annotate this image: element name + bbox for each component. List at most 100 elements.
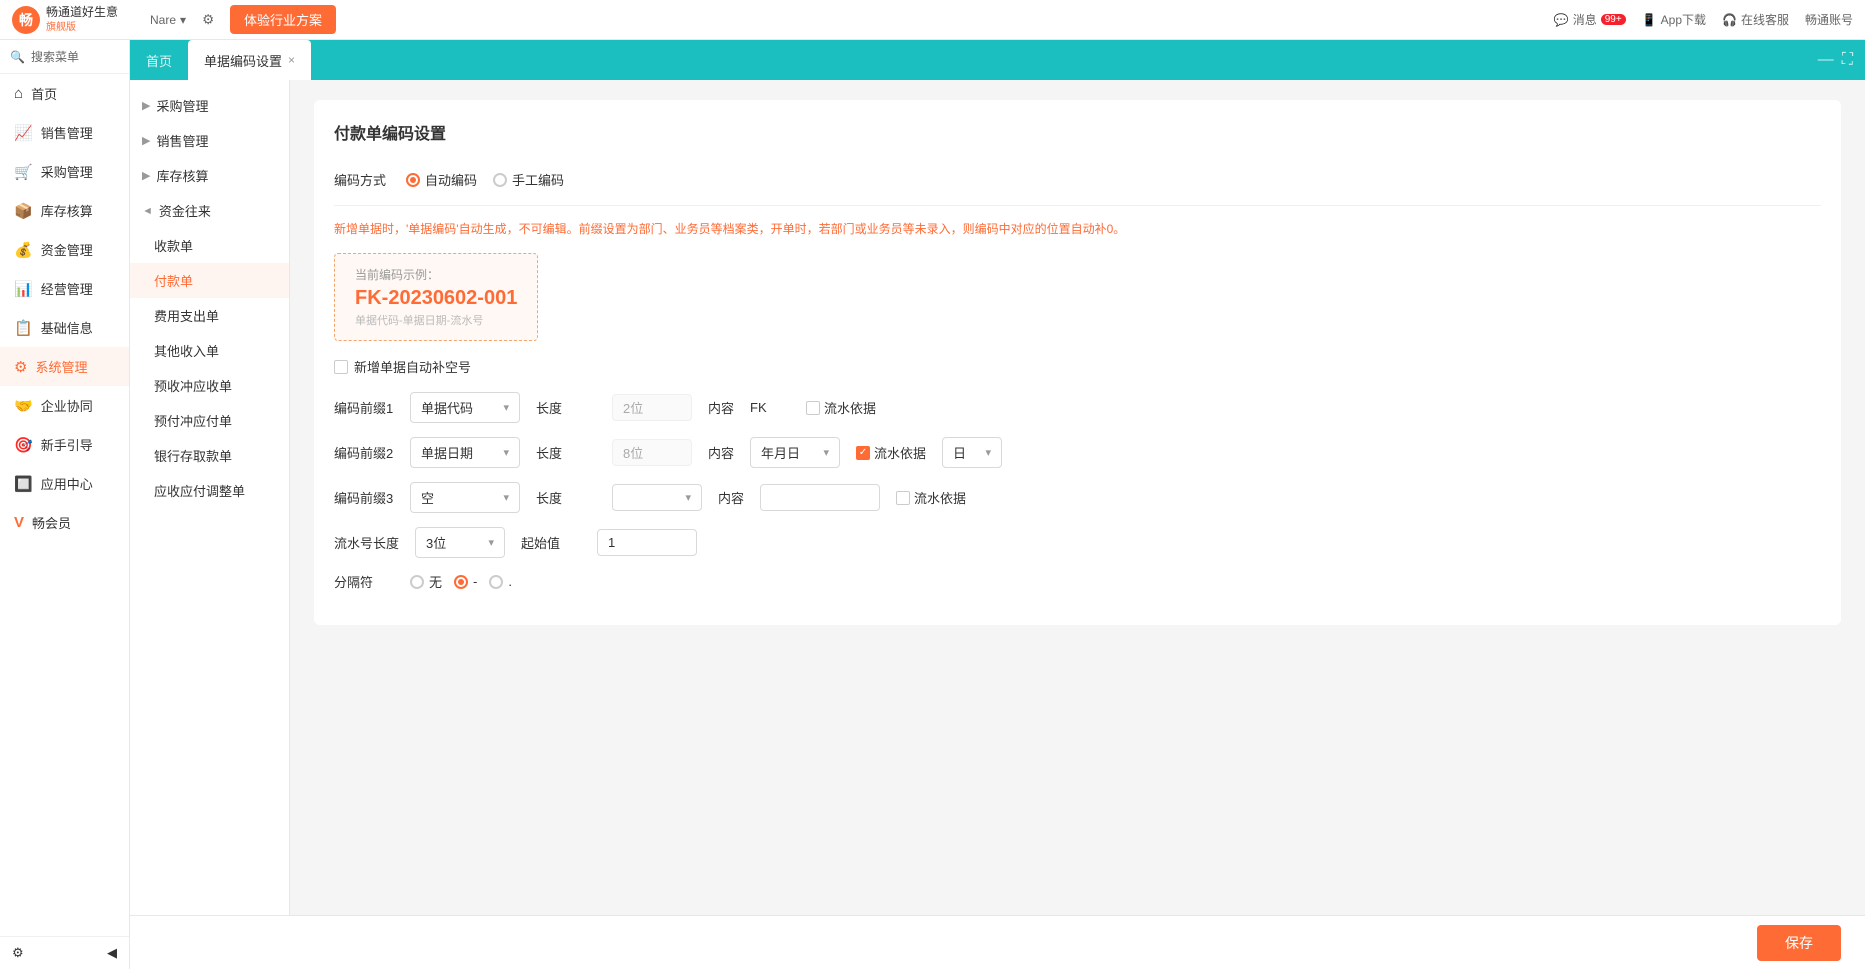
sidebar-item-system[interactable]: ⚙ 系统管理 (0, 347, 129, 386)
collapse-icon: ▶ (142, 99, 150, 112)
user-name: 畅通账号 (1805, 11, 1853, 28)
collapse-icon: ▶ (142, 134, 150, 147)
member-icon: V (14, 514, 24, 531)
sub-group-purchase[interactable]: ▶ 采购管理 (130, 88, 289, 123)
logo-icon: 畅 (12, 6, 40, 34)
header-dropdown[interactable]: Nare ▾ (150, 13, 186, 27)
sep-dot-radio[interactable]: . (489, 574, 512, 589)
sidebar-item-inventory[interactable]: 📦 库存核算 (0, 191, 129, 230)
chevron-down-icon: ▾ (986, 446, 992, 459)
sidebar-item-home[interactable]: ⌂ 首页 (0, 74, 129, 113)
trial-button[interactable]: 体验行业方案 (230, 5, 336, 34)
water-mark-3[interactable]: 流水依据 (896, 488, 966, 507)
tab-home[interactable]: 首页 (130, 40, 188, 80)
sidebar-item-basic[interactable]: 📋 基础信息 (0, 308, 129, 347)
header-mid: Nare ▾ ⚙ 体验行业方案 (150, 5, 1546, 34)
sub-item-payment[interactable]: 付款单 (130, 263, 289, 298)
service-icon: 🎧 (1722, 13, 1737, 27)
main-area: ▶ 采购管理 ▶ 销售管理 ▶ 库存核算 ▼ 资金往来 收款单 付款单 费用支出… (130, 80, 1865, 969)
prefix1-select[interactable]: 单据代码 ▾ (410, 392, 520, 423)
chevron-down-icon: ▾ (685, 491, 691, 504)
content-area: 付款单编码设置 编码方式 自动编码 手工编码 新增单据时，'单据编码' (290, 80, 1865, 969)
sub-item-adjust[interactable]: 应收应付调整单 (130, 473, 289, 508)
water-checkbox-2: ✓ (856, 446, 870, 460)
start-value-input[interactable] (597, 529, 697, 556)
message-item[interactable]: 💬 消息 99+ (1554, 11, 1626, 28)
sub-item-receipt[interactable]: 收款单 (130, 228, 289, 263)
search-icon: 🔍 (10, 50, 25, 64)
sub-item-prepaid-payable[interactable]: 预付冲应付单 (130, 403, 289, 438)
sidebar-item-purchase[interactable]: 🛒 采购管理 (0, 152, 129, 191)
prefix2-select[interactable]: 单据日期 ▾ (410, 437, 520, 468)
prefix2-length-input (612, 439, 692, 466)
chevron-down-icon: ▾ (503, 401, 509, 414)
tab-maximize-icon[interactable]: ⛶ (1842, 51, 1853, 69)
guide-icon: 🎯 (14, 436, 33, 454)
chevron-down-icon: ▾ (503, 491, 509, 504)
apps-icon: 🔲 (14, 475, 33, 493)
expand-icon: ▼ (141, 205, 153, 216)
water-mark-1[interactable]: 流水依据 (806, 398, 876, 417)
tab-encoding-settings[interactable]: 单据编码设置 × (188, 40, 311, 80)
serial-row: 流水号长度 3位 ▾ 起始值 (334, 527, 1821, 558)
sub-sidebar: ▶ 采购管理 ▶ 销售管理 ▶ 库存核算 ▼ 资金往来 收款单 付款单 费用支出… (130, 80, 290, 969)
sub-group-sales[interactable]: ▶ 销售管理 (130, 123, 289, 158)
chevron-down-icon: ▾ (823, 446, 829, 459)
sidebar-item-collab[interactable]: 🤝 企业协同 (0, 386, 129, 425)
prefix-row-2: 编码前缀2 单据日期 ▾ 长度 内容 年月日 ▾ ✓ 流水依据 日 (334, 437, 1821, 468)
manual-code-radio-circle (493, 173, 507, 187)
chevron-down-icon: ▾ (503, 446, 509, 459)
prefix-row-3: 编码前缀3 空 ▾ 长度 ▾ 内容 流水依据 (334, 482, 1821, 513)
sidebar-collapse-icon[interactable]: ◀ (107, 945, 117, 961)
header-right: 💬 消息 99+ 📱 App下载 🎧 在线客服 畅通账号 (1554, 11, 1853, 28)
sep-dot-circle (489, 575, 503, 589)
home-icon: ⌂ (14, 85, 23, 102)
sub-group-inventory[interactable]: ▶ 库存核算 (130, 158, 289, 193)
header-settings-button[interactable]: ⚙ (194, 6, 222, 34)
example-box: 当前编码示例： FK-20230602-001 单据代码-单据日期-流水号 (334, 253, 538, 341)
sidebar-settings-icon[interactable]: ⚙ (12, 945, 24, 961)
sidebar-item-guide[interactable]: 🎯 新手引导 (0, 425, 129, 464)
app-download-item[interactable]: 📱 App下载 (1642, 11, 1706, 28)
sub-item-other-income[interactable]: 其他收入单 (130, 333, 289, 368)
sidebar-item-sales[interactable]: 📈 销售管理 (0, 113, 129, 152)
sub-group-capital[interactable]: ▼ 资金往来 (130, 193, 289, 228)
content2-select[interactable]: 年月日 ▾ (750, 437, 840, 468)
separator-row: 分隔符 无 - . (334, 572, 1821, 591)
prefix3-content-input[interactable] (760, 484, 880, 511)
tab-close-icon[interactable]: × (288, 53, 295, 67)
page-title: 付款单编码设置 (334, 120, 1821, 144)
top-header: 畅 畅通道好生意 旗舰版 Nare ▾ ⚙ 体验行业方案 💬 消息 99+ 📱 … (0, 0, 1865, 40)
prefix3-length-select[interactable]: ▾ (612, 484, 702, 511)
sep-dash-radio[interactable]: - (454, 574, 477, 589)
sidebar-item-operations[interactable]: 📊 经营管理 (0, 269, 129, 308)
save-button[interactable]: 保存 (1757, 925, 1841, 961)
auto-fill-checkbox[interactable] (334, 360, 348, 374)
app-icon: 📱 (1642, 13, 1657, 27)
serial-length-select[interactable]: 3位 ▾ (415, 527, 505, 558)
sidebar-item-member[interactable]: V 畅会员 (0, 503, 129, 542)
online-service-item[interactable]: 🎧 在线客服 (1722, 11, 1789, 28)
chevron-down-icon: ▾ (488, 536, 494, 549)
sub-item-prepaid-receivable[interactable]: 预收冲应收单 (130, 368, 289, 403)
manual-code-radio[interactable]: 手工编码 (493, 170, 564, 189)
sidebar-item-finance[interactable]: 💰 资金管理 (0, 230, 129, 269)
prefix1-length-input (612, 394, 692, 421)
tab-minimize-icon[interactable]: — (1818, 51, 1834, 69)
water-checkbox-3 (896, 491, 910, 505)
prefix3-select[interactable]: 空 ▾ (410, 482, 520, 513)
period-select[interactable]: 日 ▾ (942, 437, 1002, 468)
sep-none-radio[interactable]: 无 (410, 572, 442, 591)
sidebar-item-apps[interactable]: 🔲 应用中心 (0, 464, 129, 503)
auto-code-radio[interactable]: 自动编码 (406, 170, 477, 189)
logo-area: 畅 畅通道好生意 旗舰版 (12, 5, 142, 34)
auto-code-radio-circle (406, 173, 420, 187)
sub-item-bank[interactable]: 银行存取款单 (130, 438, 289, 473)
sidebar-search[interactable]: 🔍 搜索菜单 (0, 40, 129, 74)
collab-icon: 🤝 (14, 397, 33, 415)
water-mark-2[interactable]: ✓ 流水依据 (856, 443, 926, 462)
operations-icon: 📊 (14, 280, 33, 298)
sub-item-expense[interactable]: 费用支出单 (130, 298, 289, 333)
inventory-icon: 📦 (14, 202, 33, 220)
auto-fill-row: 新增单据自动补空号 (334, 357, 1821, 376)
